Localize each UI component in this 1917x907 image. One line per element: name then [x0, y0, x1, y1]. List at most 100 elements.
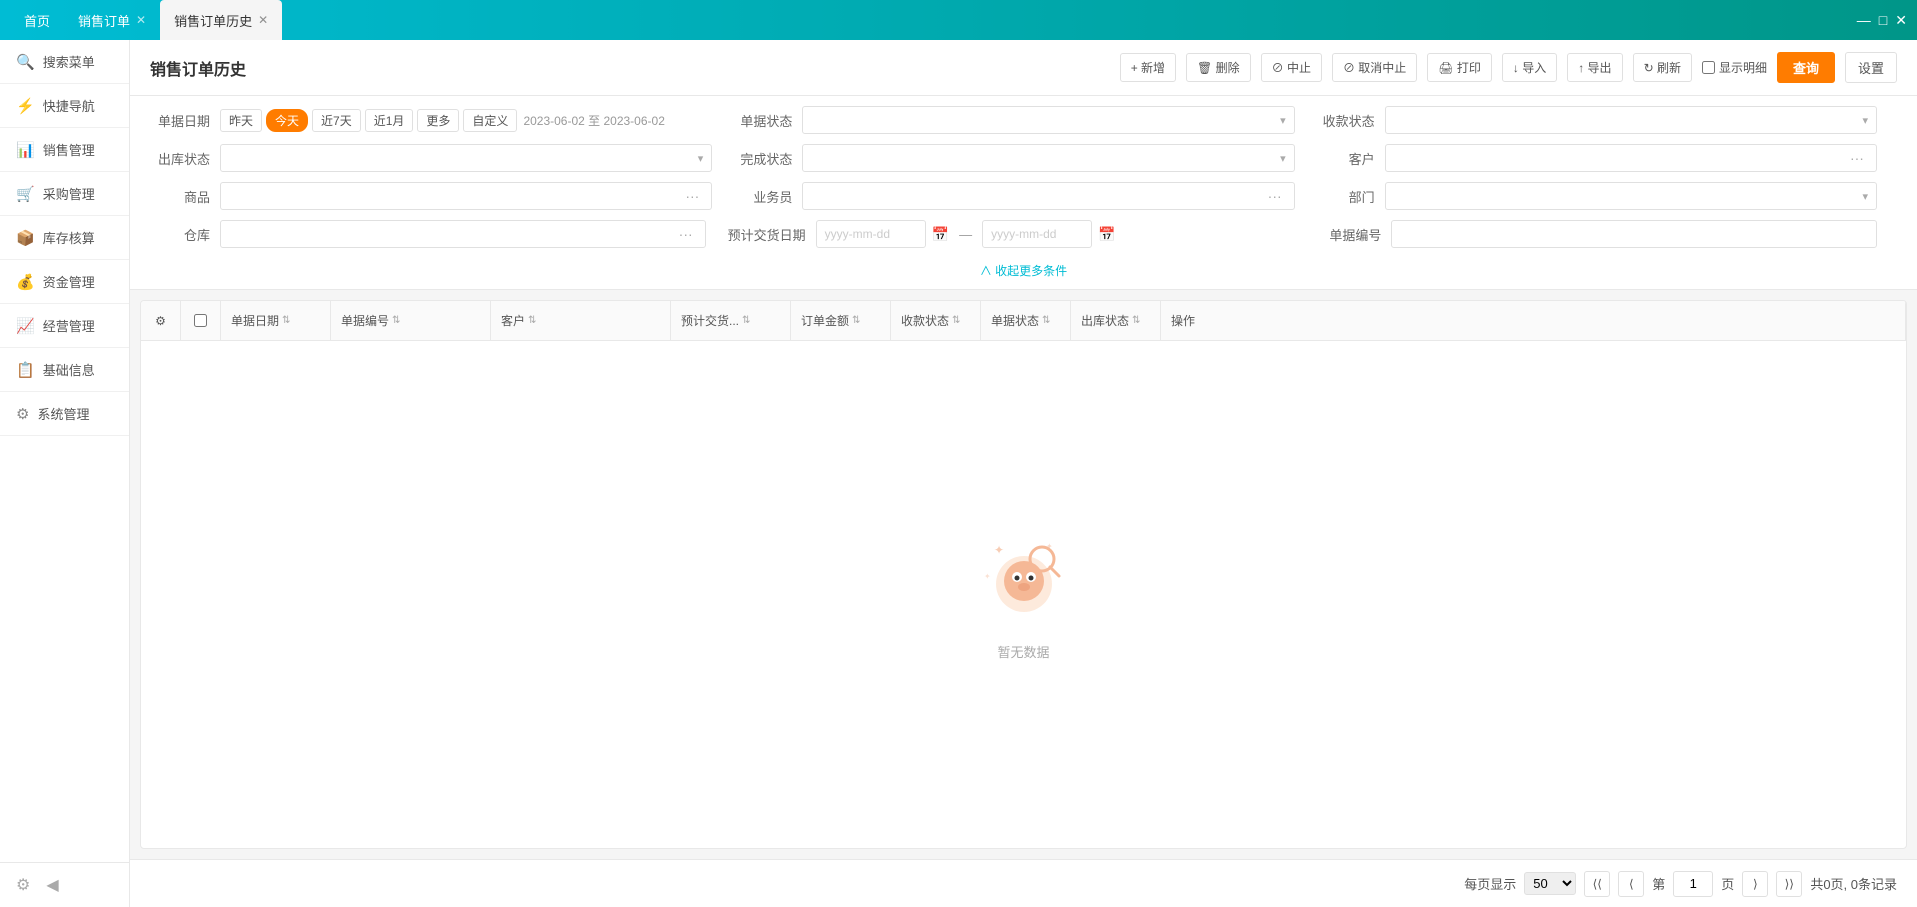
page-header: 销售订单历史 + 新增 🗑 删除 ⊘ 中止 ⊘ 取消中止 🖨 打印 ↓ 导入 ↑… [130, 40, 1917, 96]
inventory-icon: 📦 [16, 229, 35, 247]
date-btn-7days[interactable]: 近7天 [312, 109, 361, 132]
sidebar-item-system-mgmt[interactable]: ⚙ 系统管理 [0, 392, 129, 436]
th-pay-status[interactable]: 收款状态 ⇅ [891, 301, 981, 340]
empty-text: 暂无数据 [997, 642, 1049, 661]
salesperson-control: ··· [802, 182, 1294, 210]
minimize-button[interactable]: — [1857, 12, 1871, 28]
sidebar-collapse-icon[interactable]: ◀ [46, 875, 58, 895]
complete-select[interactable]: ▾ [802, 144, 1294, 172]
tab-home[interactable]: 首页 [10, 0, 64, 40]
last-page-button[interactable]: ⟩⟩ [1776, 871, 1802, 897]
chevron-down-icon-4: ▾ [1280, 152, 1286, 165]
page-title: 销售订单历史 [150, 56, 246, 80]
tab-sales-order-close[interactable]: ✕ [136, 13, 146, 27]
th-no[interactable]: 单据编号 ⇅ [331, 301, 491, 340]
sidebar-item-inventory[interactable]: 📦 库存核算 [0, 216, 129, 260]
expand-button[interactable]: □ [1879, 12, 1887, 28]
department-select[interactable]: ▾ [1385, 182, 1877, 210]
main-layout: 🔍 搜索菜单 ⚡ 快捷导航 📊 销售管理 🛒 采购管理 📦 库存核算 💰 资金管… [0, 40, 1917, 907]
page-label-post: 页 [1721, 874, 1734, 893]
stock-out-select[interactable]: ▾ [220, 144, 712, 172]
calendar-icon-end[interactable]: 📅 [1098, 226, 1115, 243]
warehouse-ellipsis-icon[interactable]: ··· [675, 226, 697, 242]
next-page-button[interactable]: ⟩ [1742, 871, 1768, 897]
salesperson-select[interactable]: ··· [802, 182, 1294, 210]
date-btn-1month[interactable]: 近1月 [365, 109, 414, 132]
settings-button[interactable]: 设置 [1845, 52, 1897, 83]
tab-sales-order-history-close[interactable]: ✕ [258, 13, 268, 27]
delete-button[interactable]: 🗑 删除 [1186, 53, 1251, 82]
filter-row-1: 单据日期 昨天 今天 近7天 近1月 更多 自定义 2023-06-02 至 2… [150, 106, 1897, 134]
date-btn-custom[interactable]: 自定义 [463, 109, 517, 132]
sidebar-item-sales-mgmt[interactable]: 📊 销售管理 [0, 128, 129, 172]
sidebar-item-purchase-mgmt[interactable]: 🛒 采购管理 [0, 172, 129, 216]
chevron-down-icon-3: ▾ [698, 152, 704, 165]
order-status-control: ▾ [802, 106, 1294, 134]
th-checkbox[interactable] [181, 301, 221, 340]
department-label: 部门 [1315, 187, 1385, 206]
sidebar-item-operations[interactable]: 📈 经营管理 [0, 304, 129, 348]
date-quick-buttons: 昨天 今天 近7天 近1月 更多 自定义 [220, 109, 517, 132]
display-detail-checkbox[interactable]: 显示明细 [1702, 59, 1767, 76]
sidebar-item-finance[interactable]: 💰 资金管理 [0, 260, 129, 304]
export-button[interactable]: ↑ 导出 [1567, 53, 1622, 82]
payment-status-control: ▾ [1385, 106, 1877, 134]
import-button[interactable]: ↓ 导入 [1502, 53, 1557, 82]
collapse-row[interactable]: ∧ 收起更多条件 [150, 258, 1897, 279]
tab-sales-order-history[interactable]: 销售订单历史 ✕ [160, 0, 282, 40]
query-button[interactable]: 查询 [1777, 52, 1835, 83]
th-order-status[interactable]: 单据状态 ⇅ [981, 301, 1071, 340]
delivery-start-input[interactable]: yyyy-mm-dd [816, 220, 926, 248]
empty-illustration: ✦ ✦ ✦ [974, 529, 1074, 632]
purchase-icon: 🛒 [16, 185, 35, 203]
order-status-select[interactable]: ▾ [802, 106, 1294, 134]
stop-button[interactable]: ⊘ 中止 [1261, 53, 1322, 82]
date-dash: — [959, 227, 972, 242]
customer-ellipsis-icon[interactable]: ··· [1846, 150, 1868, 166]
page-number-input[interactable] [1673, 871, 1713, 897]
th-amount[interactable]: 订单金额 ⇅ [791, 301, 891, 340]
delivery-date-label: 预计交货日期 [726, 225, 816, 244]
date-btn-more[interactable]: 更多 [417, 109, 459, 132]
prev-page-button[interactable]: ⟨ [1618, 871, 1644, 897]
th-date[interactable]: 单据日期 ⇅ [221, 301, 331, 340]
first-page-button[interactable]: ⟨⟨ [1584, 871, 1610, 897]
th-stock-status[interactable]: 出库状态 ⇅ [1071, 301, 1161, 340]
select-all-checkbox[interactable] [194, 314, 207, 327]
sidebar-item-quick-nav[interactable]: ⚡ 快捷导航 [0, 84, 129, 128]
customer-select[interactable]: ··· [1385, 144, 1877, 172]
calendar-icon-start[interactable]: 📅 [932, 226, 949, 243]
close-button[interactable]: ✕ [1895, 12, 1907, 29]
date-btn-today[interactable]: 今天 [266, 109, 308, 132]
th-delivery[interactable]: 预计交货... ⇅ [671, 301, 791, 340]
operations-icon: 📈 [16, 317, 35, 335]
page-size-select[interactable]: 50 20 100 200 [1524, 872, 1576, 895]
top-bar: 首页 销售订单 ✕ 销售订单历史 ✕ — □ ✕ [0, 0, 1917, 40]
customer-control: ··· [1385, 144, 1877, 172]
date-label: 单据日期 [150, 111, 220, 130]
product-ellipsis-icon[interactable]: ··· [681, 188, 703, 204]
salesperson-ellipsis-icon[interactable]: ··· [1264, 188, 1286, 204]
sidebar-item-search-menu[interactable]: 🔍 搜索菜单 [0, 40, 129, 84]
refresh-button[interactable]: ↻ 刷新 [1633, 53, 1692, 82]
th-setting[interactable]: ⚙ [141, 301, 181, 340]
order-no-label: 单据编号 [1321, 225, 1391, 244]
payment-status-select[interactable]: ▾ [1385, 106, 1877, 134]
cancel-stop-button[interactable]: ⊘ 取消中止 [1332, 53, 1417, 82]
sidebar-item-basic-info[interactable]: 📋 基础信息 [0, 348, 129, 392]
product-select[interactable]: ··· [220, 182, 712, 210]
warehouse-select[interactable]: ··· [220, 220, 706, 248]
sort-icon-amount: ⇅ [852, 315, 860, 326]
customer-label: 客户 [1315, 149, 1385, 168]
tab-sales-order[interactable]: 销售订单 ✕ [64, 0, 160, 40]
print-button[interactable]: 🖨 打印 [1427, 53, 1492, 82]
new-button[interactable]: + 新增 [1120, 53, 1176, 82]
order-no-input[interactable] [1391, 220, 1877, 248]
sort-icon-delivery: ⇅ [742, 315, 750, 326]
th-customer[interactable]: 客户 ⇅ [491, 301, 671, 340]
table-header: ⚙ 单据日期 ⇅ 单据编号 ⇅ 客户 ⇅ 预计交货... [141, 301, 1906, 341]
sidebar-settings-icon[interactable]: ⚙ [16, 875, 30, 895]
system-icon: ⚙ [16, 405, 29, 423]
delivery-end-input[interactable]: yyyy-mm-dd [982, 220, 1092, 248]
date-btn-yesterday[interactable]: 昨天 [220, 109, 262, 132]
